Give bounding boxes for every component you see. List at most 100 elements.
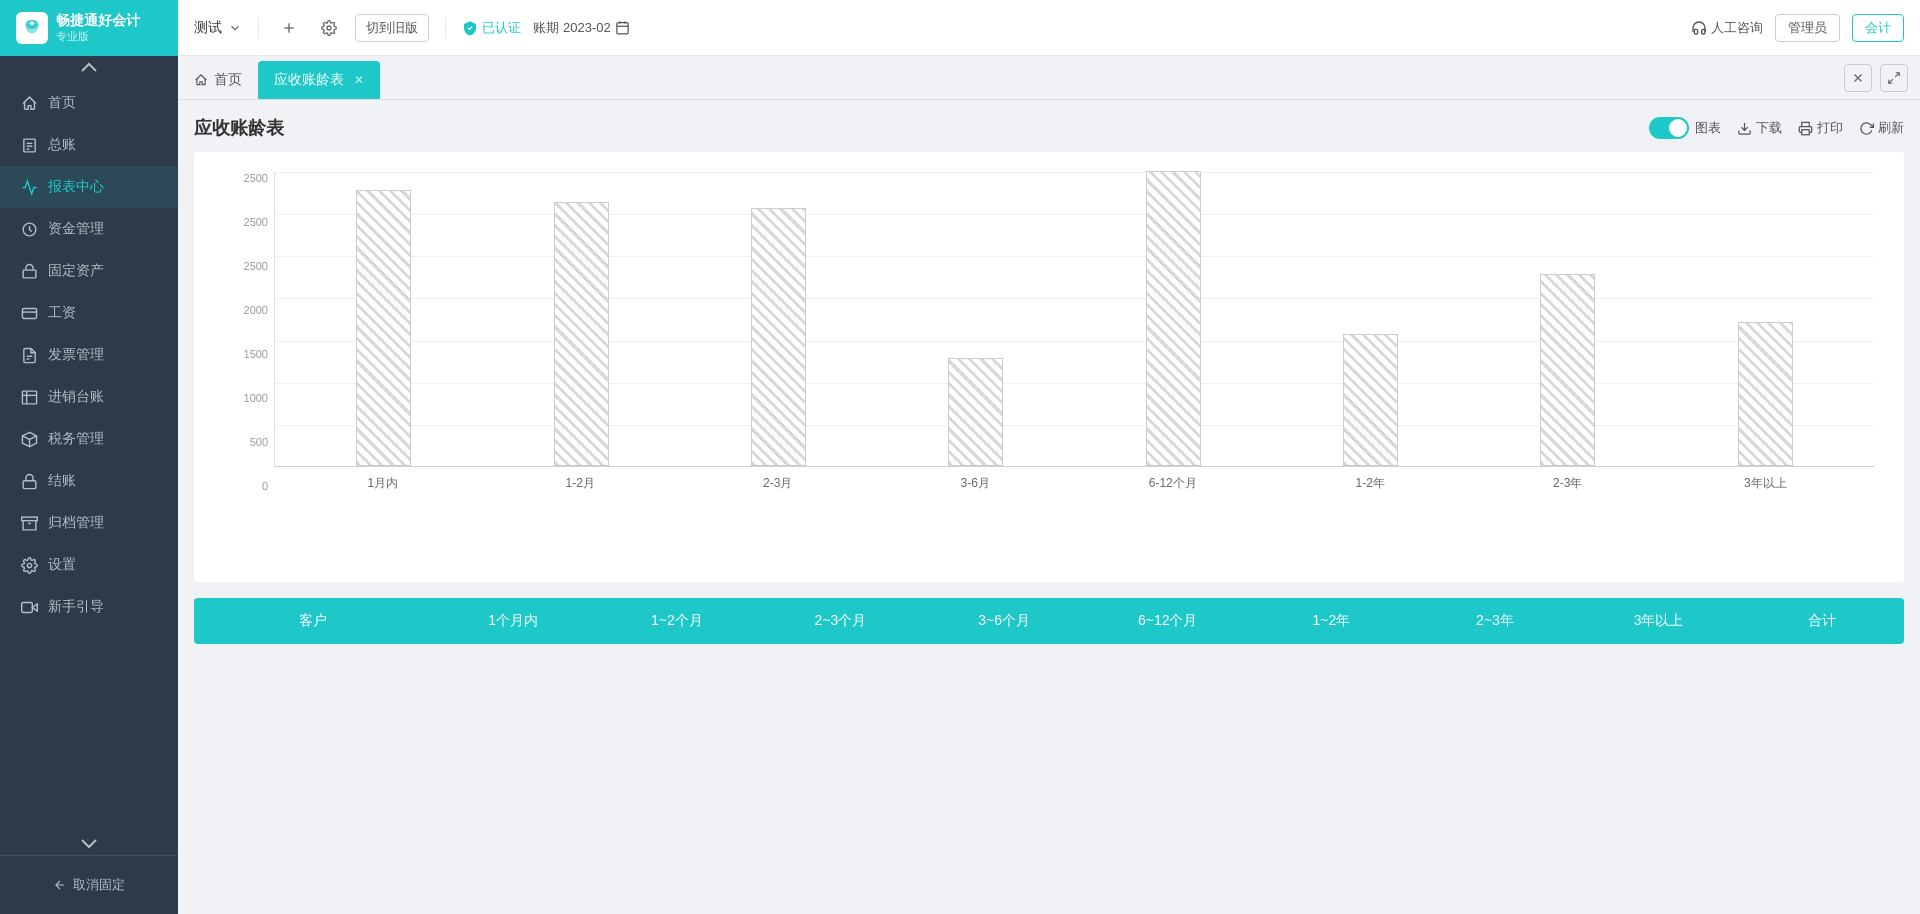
reports-icon	[20, 178, 38, 196]
sidebar-label-home: 首页	[48, 94, 76, 112]
sidebar-item-guide[interactable]: 新手引导	[0, 586, 178, 628]
invoice-icon	[20, 346, 38, 364]
sidebar-label-assets: 固定资产	[48, 262, 104, 280]
y-label-2500b: 2500	[244, 216, 268, 228]
y-label-500: 500	[250, 436, 268, 448]
th-3-6month: 3~6个月	[922, 598, 1086, 644]
funds-icon	[20, 220, 38, 238]
y-label-2500c: 2500	[244, 260, 268, 272]
project-selector[interactable]: 测试	[194, 19, 242, 37]
refresh-button[interactable]: 刷新	[1859, 119, 1904, 137]
bar-group-4	[877, 171, 1074, 466]
expand-icon	[1887, 71, 1901, 85]
sidebar-item-funds[interactable]: 资金管理	[0, 208, 178, 250]
sidebar-item-tax[interactable]: 税务管理	[0, 418, 178, 460]
sidebar-item-assets[interactable]: 固定资产	[0, 250, 178, 292]
chart-body: 1月内 1-2月 2-3月 3-6月 6-12个月 1-2年 2-3年 3年以上	[274, 172, 1874, 492]
refresh-icon	[1859, 121, 1874, 136]
svg-rect-8	[22, 308, 36, 318]
bar-4	[948, 358, 1003, 466]
add-project-button[interactable]	[275, 14, 303, 42]
content-area: 应收账龄表 图表 下载 打印 刷新	[178, 100, 1920, 914]
settings-icon	[20, 556, 38, 574]
svg-rect-7	[23, 270, 36, 278]
sidebar-scroll-down[interactable]	[0, 837, 178, 855]
bar-group-8	[1667, 171, 1864, 466]
sidebar-scroll-up[interactable]	[0, 56, 178, 74]
y-label-1500: 1500	[244, 348, 268, 360]
guide-icon	[20, 598, 38, 616]
consult-label: 人工咨询	[1711, 19, 1763, 37]
consult-button[interactable]: 人工咨询	[1691, 19, 1763, 37]
y-label-2500a: 2500	[244, 172, 268, 184]
svg-line-31	[1895, 73, 1899, 77]
bar-group-5	[1075, 171, 1272, 466]
old-version-button[interactable]: 切到旧版	[355, 14, 429, 42]
role-button[interactable]: 会计	[1852, 14, 1904, 42]
table-header: 客户 1个月内 1~2个月 2~3个月 3~6个月 6~12个月 1~2年 2~…	[194, 598, 1904, 644]
tab-aging[interactable]: 应收账龄表 ✕	[258, 61, 380, 99]
svg-point-1	[30, 22, 34, 26]
app-name: 畅捷通好会计	[56, 12, 140, 29]
sidebar-item-payroll[interactable]: 工资	[0, 292, 178, 334]
sidebar-label-reports: 报表中心	[48, 178, 104, 196]
calendar-icon[interactable]	[615, 20, 630, 35]
bar-group-7	[1469, 171, 1666, 466]
settings-button[interactable]	[315, 14, 343, 42]
certified-badge: 已认证	[462, 19, 521, 37]
page-title: 应收账龄表	[194, 116, 284, 140]
project-name: 测试	[194, 19, 222, 37]
sidebar-label-sales: 进销台账	[48, 388, 104, 406]
th-2-3year: 2~3年	[1413, 598, 1577, 644]
bar-group-3	[680, 171, 877, 466]
closing-icon	[20, 472, 38, 490]
bar-2	[554, 202, 609, 466]
period-label: 账期	[533, 19, 559, 37]
tab-aging-label: 应收账龄表	[274, 71, 344, 89]
grid-line-bottom	[275, 466, 1874, 467]
page-header: 应收账龄表 图表 下载 打印 刷新	[194, 116, 1904, 140]
period-value: 2023-02	[563, 20, 611, 35]
chart-toggle[interactable]	[1649, 117, 1689, 139]
print-button[interactable]: 打印	[1798, 119, 1843, 137]
home-icon	[20, 94, 38, 112]
bars-container	[275, 171, 1874, 466]
sidebar-item-ledger[interactable]: 总账	[0, 124, 178, 166]
th-6-12month: 6~12个月	[1086, 598, 1250, 644]
bar-group-2	[482, 171, 679, 466]
sidebar-item-home[interactable]: 首页	[0, 82, 178, 124]
tab-home-label: 首页	[214, 71, 242, 89]
download-button[interactable]: 下载	[1737, 119, 1782, 137]
chart-container: 2500 2500 2500 2000 1500 1000 500 0	[194, 152, 1904, 582]
sidebar-item-closing[interactable]: 结账	[0, 460, 178, 502]
topbar: 测试 切到旧版 已认证 账期 2023-02 人工咨询	[178, 0, 1920, 56]
cancel-fixed-button[interactable]: 取消固定	[0, 866, 178, 904]
tab-close-icon[interactable]: ✕	[354, 74, 364, 86]
th-2-3month: 2~3个月	[759, 598, 923, 644]
sales-icon	[20, 388, 38, 406]
tab-close-button[interactable]	[1844, 64, 1872, 92]
user-button[interactable]: 管理员	[1775, 14, 1840, 42]
sidebar-label-payroll: 工资	[48, 304, 76, 322]
home-tab-icon	[194, 73, 208, 87]
sidebar-item-archive[interactable]: 归档管理	[0, 502, 178, 544]
shield-icon	[462, 20, 478, 36]
sidebar-item-invoice[interactable]: 发票管理	[0, 334, 178, 376]
tab-home[interactable]: 首页	[178, 61, 258, 99]
svg-line-32	[1889, 79, 1893, 83]
bars-area	[274, 172, 1874, 467]
y-label-0: 0	[262, 480, 268, 492]
svg-rect-25	[617, 23, 628, 34]
tabbar: 首页 应收账龄表 ✕	[178, 56, 1920, 100]
user-label: 管理员	[1788, 20, 1827, 35]
sidebar-item-reports[interactable]: 报表中心	[0, 166, 178, 208]
chart-toggle-label: 图表	[1695, 119, 1721, 137]
sidebar-item-settings[interactable]: 设置	[0, 544, 178, 586]
svg-rect-21	[21, 602, 32, 612]
th-1-2year: 1~2年	[1250, 598, 1414, 644]
svg-rect-34	[1802, 129, 1810, 134]
sidebar-item-sales[interactable]: 进销台账	[0, 376, 178, 418]
archive-icon	[20, 514, 38, 532]
tab-expand-button[interactable]	[1880, 64, 1908, 92]
sidebar-logo: 畅捷通好会计 专业版	[0, 0, 178, 56]
